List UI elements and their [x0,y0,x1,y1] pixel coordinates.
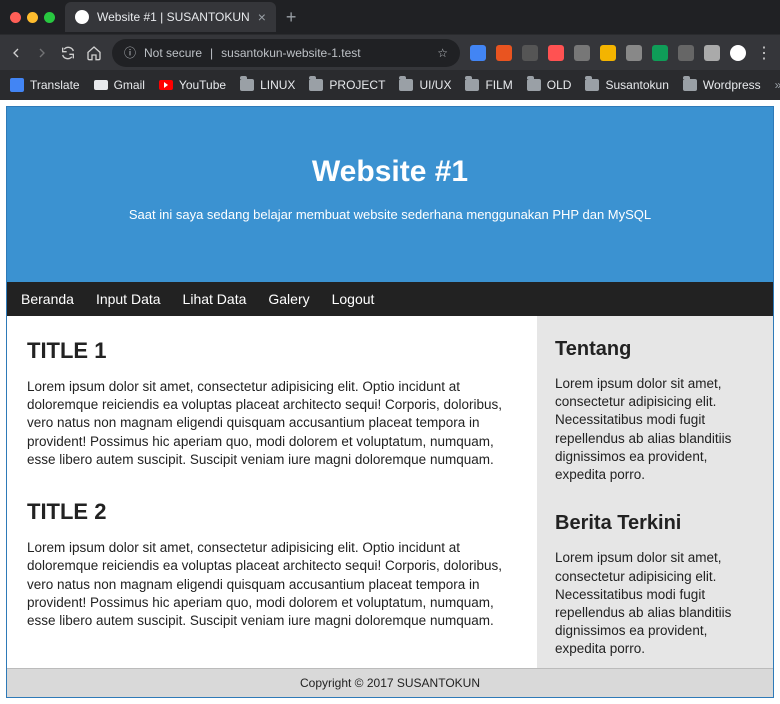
minimize-window-button[interactable] [27,12,38,23]
back-button[interactable] [8,45,24,61]
article-title: TITLE 1 [27,338,517,364]
bookmark-item[interactable]: Translate [10,78,80,92]
page-viewport: Website #1 Saat ini saya sedang belajar … [0,100,780,704]
folder-icon [465,79,479,91]
bookmark-label: UI/UX [419,78,451,92]
extension-icon[interactable] [600,45,616,61]
tab-title: Website #1 | SUSANTOKUN [97,10,250,24]
bookmark-folder[interactable]: OLD [527,78,572,92]
url-divider: | [210,46,213,60]
bookmark-label: Susantokun [605,78,668,92]
bookmark-label: Gmail [114,78,145,92]
bookmark-item[interactable]: YouTube [159,78,226,92]
forward-button[interactable] [34,45,50,61]
bookmark-label: Translate [30,78,80,92]
sidebar-heading: Tentang [555,338,755,361]
extension-icon[interactable] [704,45,720,61]
menu-icon[interactable]: ⋮ [756,43,772,63]
bookmark-label: YouTube [179,78,226,92]
sidebar-text: Lorem ipsum dolor sit amet, consectetur … [555,375,755,484]
home-button[interactable] [86,45,102,61]
maximize-window-button[interactable] [44,12,55,23]
main-nav: Beranda Input Data Lihat Data Galery Log… [7,282,773,316]
article-body: Lorem ipsum dolor sit amet, consectetur … [27,539,517,630]
profile-avatar-icon[interactable] [730,45,746,61]
nav-link-input-data[interactable]: Input Data [96,291,161,307]
extension-icon[interactable] [548,45,564,61]
bookmark-folder[interactable]: Wordpress [683,78,761,92]
bookmark-label: FILM [485,78,512,92]
extension-icon[interactable] [626,45,642,61]
sidebar-column: Tentang Lorem ipsum dolor sit amet, cons… [537,316,773,668]
extension-icon[interactable] [652,45,668,61]
gmail-icon [94,80,108,90]
hero-banner: Website #1 Saat ini saya sedang belajar … [7,107,773,282]
nav-link-beranda[interactable]: Beranda [21,291,74,307]
star-bookmark-icon[interactable]: ☆ [437,46,448,60]
extension-icon[interactable] [496,45,512,61]
folder-icon [527,79,541,91]
bookmark-folder[interactable]: UI/UX [399,78,451,92]
article-title: TITLE 2 [27,499,517,525]
browser-tab[interactable]: Website #1 | SUSANTOKUN × [65,2,276,32]
page-container: Website #1 Saat ini saya sedang belajar … [6,106,774,698]
window-titlebar: Website #1 | SUSANTOKUN × + [0,0,780,34]
extension-icon[interactable] [574,45,590,61]
address-bar[interactable]: ⓘ Not secure | susantokun-website-1.test… [112,39,460,67]
main-column: TITLE 1 Lorem ipsum dolor sit amet, cons… [7,316,537,668]
bookmark-folder[interactable]: Susantokun [585,78,668,92]
window-controls [10,12,55,23]
bookmark-item[interactable]: Gmail [94,78,145,92]
translate-icon [10,78,24,92]
sidebar-text: Lorem ipsum dolor sit amet, consectetur … [555,549,755,658]
close-tab-icon[interactable]: × [258,9,266,25]
favicon-icon [75,10,89,24]
security-info-icon[interactable]: ⓘ [124,44,136,61]
reload-button[interactable] [60,45,76,61]
bookmark-label: PROJECT [329,78,385,92]
bookmarks-overflow-icon[interactable]: » [775,78,780,92]
folder-icon [683,79,697,91]
article-body: Lorem ipsum dolor sit amet, consectetur … [27,378,517,469]
bookmarks-bar: Translate Gmail YouTube LINUX PROJECT UI… [0,70,780,100]
bookmark-folder[interactable]: LINUX [240,78,295,92]
security-label: Not secure [144,46,202,60]
content-area: TITLE 1 Lorem ipsum dolor sit amet, cons… [7,316,773,668]
extension-icon[interactable] [522,45,538,61]
folder-icon [399,79,413,91]
folder-icon [309,79,323,91]
url-text: susantokun-website-1.test [221,46,360,60]
bookmark-label: OLD [547,78,572,92]
browser-chrome: Website #1 | SUSANTOKUN × + ⓘ Not secure… [0,0,780,100]
hero-subtitle: Saat ini saya sedang belajar membuat web… [27,207,753,222]
nav-link-lihat-data[interactable]: Lihat Data [183,291,247,307]
nav-link-galery[interactable]: Galery [268,291,309,307]
footer-text: Copyright © 2017 SUSANTOKUN [300,676,480,690]
bookmark-folder[interactable]: PROJECT [309,78,385,92]
browser-toolbar: ⓘ Not secure | susantokun-website-1.test… [0,34,780,70]
extension-icon[interactable] [470,45,486,61]
hero-title: Website #1 [27,155,753,189]
folder-icon [240,79,254,91]
youtube-icon [159,80,173,90]
bookmark-folder[interactable]: FILM [465,78,512,92]
new-tab-button[interactable]: + [286,7,297,28]
folder-icon [585,79,599,91]
bookmark-label: Wordpress [703,78,761,92]
nav-link-logout[interactable]: Logout [332,291,375,307]
bookmark-label: LINUX [260,78,295,92]
sidebar-heading: Berita Terkini [555,512,755,535]
close-window-button[interactable] [10,12,21,23]
extensions-area: ⋮ [470,43,772,63]
extension-icon[interactable] [678,45,694,61]
page-footer: Copyright © 2017 SUSANTOKUN [7,668,773,697]
